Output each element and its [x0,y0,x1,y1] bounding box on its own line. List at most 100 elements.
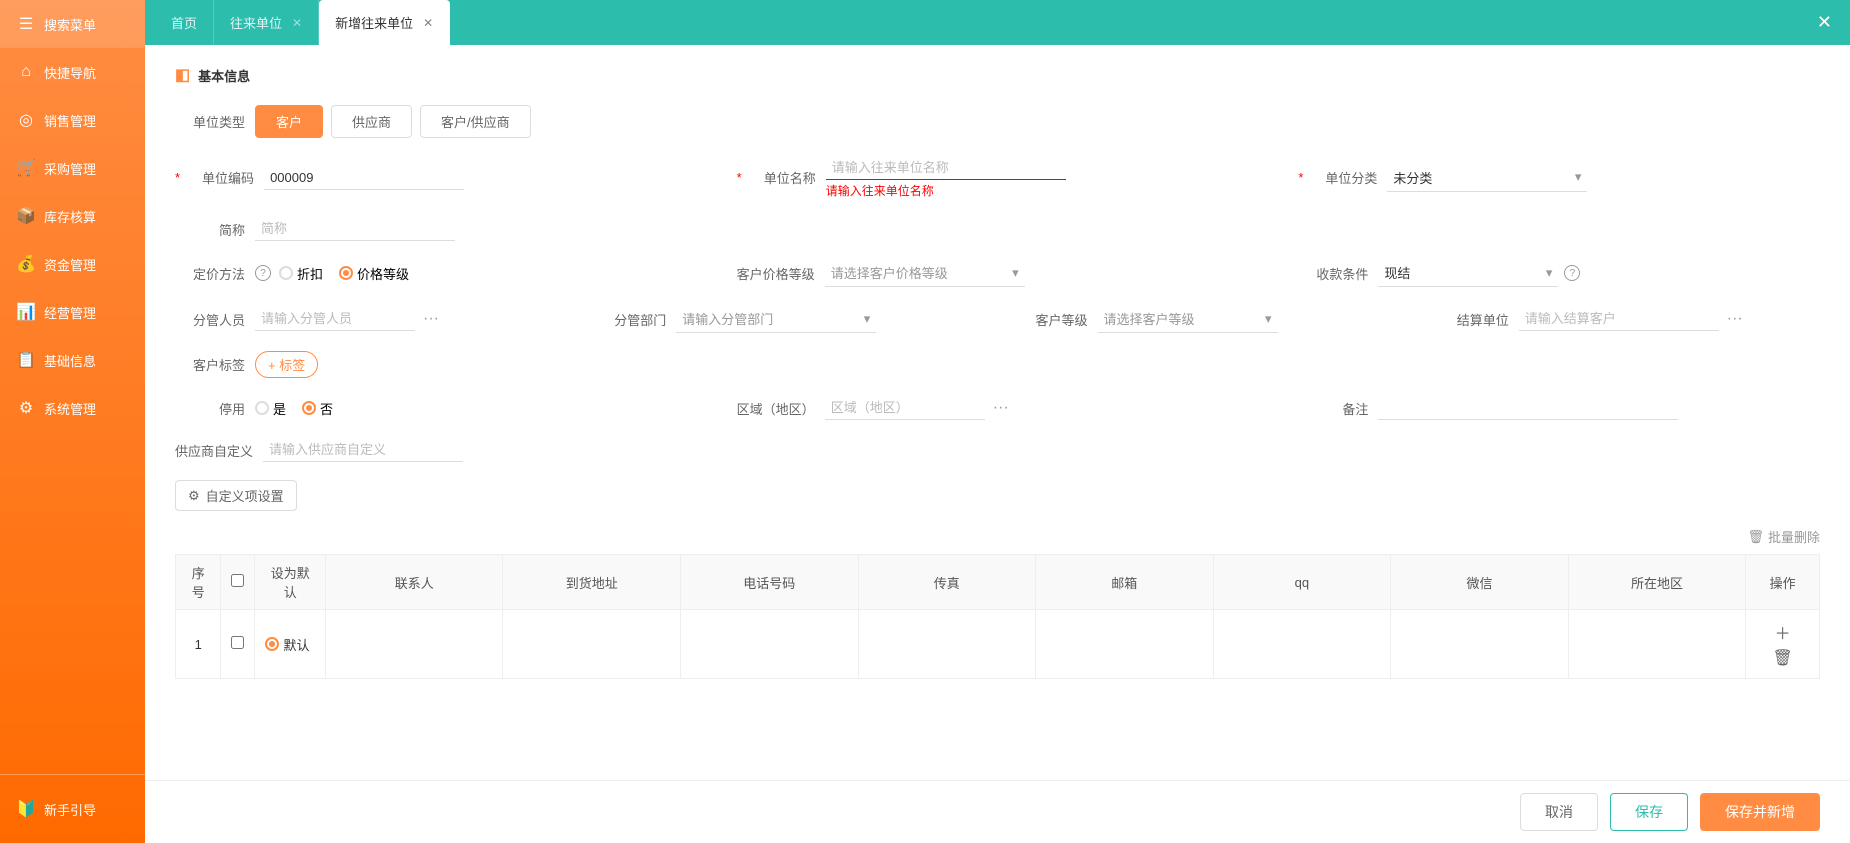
unit-code-input[interactable] [264,166,464,190]
disable-label: 停用 [175,399,245,418]
gear-icon: ⚙ [188,488,200,504]
customer-tag-row: 客户标签 + 标签 [175,351,1820,378]
disable-radio-group: 是 否 [255,399,333,418]
save-new-button[interactable]: 保存并新增 [1700,793,1820,831]
settlement-more[interactable]: ··· [1723,310,1747,328]
short-name-row: 简称 [175,217,1820,241]
sidebar-item-search[interactable]: ☰ 搜索菜单 [0,0,145,48]
disable-yes[interactable]: 是 [255,399,286,418]
qq-input[interactable] [1224,637,1381,652]
row-fax[interactable] [858,610,1036,679]
sidebar-item-label: 资金管理 [44,255,96,274]
customer-level-select[interactable]: 请选择客户等级 ▾ [1098,305,1278,333]
region-input-wrap: ··· [825,396,1013,420]
department-select[interactable]: 请输入分管部门 ▾ [676,305,876,333]
pricing-row: 定价方法 ? 折扣 价格等级 客户价格等级 [175,259,1820,287]
sidebar-item-purchase[interactable]: 🛒 采购管理 [0,144,145,192]
batch-delete[interactable]: 🗑 批量删除 [175,527,1820,546]
sidebar-item-quick-nav[interactable]: ⌂ 快捷导航 [0,48,145,96]
tab-add-partner[interactable]: 新增往来单位 ✕ [319,0,450,45]
wechat-input[interactable] [1401,637,1558,652]
sidebar-item-basic[interactable]: 📋 基础信息 [0,336,145,384]
email-input[interactable] [1046,637,1203,652]
delete-row-button[interactable]: 🗑 [1768,646,1796,670]
disable-no[interactable]: 否 [302,399,333,418]
row-checkbox-input[interactable] [231,636,244,649]
department-group: 分管部门 请输入分管部门 ▾ [596,305,977,333]
row-wechat[interactable] [1391,610,1569,679]
unit-category-select[interactable]: 未分类 ▾ [1387,164,1587,192]
unit-type-customer[interactable]: 客户 [255,105,323,138]
fax-input[interactable] [869,637,1026,652]
contact-table: 序号 设为默认 联系人 到货地址 电话号码 传真 邮箱 qq 微信 所在地区 操… [175,554,1820,679]
col-qq: qq [1213,555,1391,610]
contact-input[interactable] [336,637,493,652]
row-contact[interactable] [325,610,503,679]
customer-level-label: 客户等级 [1018,310,1088,329]
supplier-custom-input[interactable] [263,438,463,462]
col-checkbox[interactable] [221,555,255,610]
row-phone[interactable] [680,610,858,679]
region-input-table[interactable] [1579,637,1736,652]
pricing-info-icon[interactable]: ? [255,265,271,281]
payment-condition-select[interactable]: 现结 ▾ [1378,259,1558,287]
supplier-custom-label: 供应商自定义 [175,441,253,460]
tab-partner-list[interactable]: 往来单位 ✕ [214,0,319,45]
region-input[interactable] [825,396,985,420]
customer-price-level-select[interactable]: 请选择客户价格等级 ▾ [825,259,1025,287]
disable-group: 停用 是 否 [175,399,697,418]
pricing-level[interactable]: 价格等级 [339,264,409,283]
unit-type-row: 单位类型 客户 供应商 客户/供应商 [175,105,1820,138]
sidebar-item-system[interactable]: ⚙ 系统管理 [0,384,145,432]
short-name-group: 简称 [175,217,1820,241]
manager-input[interactable] [255,307,415,331]
add-row-button[interactable]: ＋ [1771,618,1795,646]
sidebar-item-label: 采购管理 [44,159,96,178]
payment-info-icon[interactable]: ? [1564,265,1580,281]
row-email[interactable] [1036,610,1214,679]
sidebar-item-inventory[interactable]: 📦 库存核算 [0,192,145,240]
sidebar-item-finance[interactable]: 💰 资金管理 [0,240,145,288]
address-input[interactable] [513,637,670,652]
unit-type-supplier[interactable]: 供应商 [331,105,412,138]
basic-icon: 📋 [16,350,36,370]
settlement-unit-input[interactable] [1519,307,1719,331]
custom-settings-button[interactable]: ⚙ 自定义项设置 [175,480,297,511]
customer-level-group: 客户等级 请选择客户等级 ▾ [1018,305,1399,333]
select-all-checkbox[interactable] [231,574,244,587]
cancel-button[interactable]: 取消 [1520,793,1598,831]
row-qq[interactable] [1213,610,1391,679]
customer-tag-group: 客户标签 + 标签 [175,351,1820,378]
row-region[interactable] [1568,610,1746,679]
tab-home[interactable]: 首页 [155,0,214,45]
settlement-unit-group: 结算单位 ··· [1439,307,1820,331]
unit-name-input[interactable] [826,156,1066,180]
sidebar-item-guide[interactable]: 🔰 新手引导 [0,785,145,833]
unit-name-error: 请输入往来单位名称 [826,182,1066,199]
customer-level-chevron: ▾ [1265,311,1272,327]
sidebar-item-operation[interactable]: 📊 经营管理 [0,288,145,336]
region-more[interactable]: ··· [989,399,1013,417]
row-seq: 1 [176,610,221,679]
pricing-discount[interactable]: 折扣 [279,264,323,283]
customer-price-level-label: 客户价格等级 [737,264,815,283]
add-tag-button[interactable]: + 标签 [255,351,318,378]
row-default-radio[interactable]: 默认 [265,635,315,654]
tab-partner-list-close[interactable]: ✕ [292,16,302,30]
tab-add-partner-close[interactable]: ✕ [423,16,433,30]
tab-close-global[interactable]: ✕ [1809,12,1840,33]
region-group: 区域（地区） ··· [737,396,1259,420]
unit-info-row: * 单位编码 * 单位名称 请输入往来单位名称 * 单位分类 未分类 ▾ [175,156,1820,199]
row-address[interactable] [503,610,681,679]
unit-type-both[interactable]: 客户/供应商 [420,105,531,138]
sidebar-item-label: 快捷导航 [44,63,96,82]
sidebar-item-sales[interactable]: ◎ 销售管理 [0,96,145,144]
phone-input[interactable] [691,637,848,652]
col-action: 操作 [1746,555,1820,610]
manager-more[interactable]: ··· [419,310,443,328]
row-checkbox[interactable] [221,610,255,679]
short-name-input[interactable] [255,217,455,241]
remarks-input[interactable] [1378,396,1678,420]
save-button[interactable]: 保存 [1610,793,1688,831]
inventory-icon: 📦 [16,206,36,226]
